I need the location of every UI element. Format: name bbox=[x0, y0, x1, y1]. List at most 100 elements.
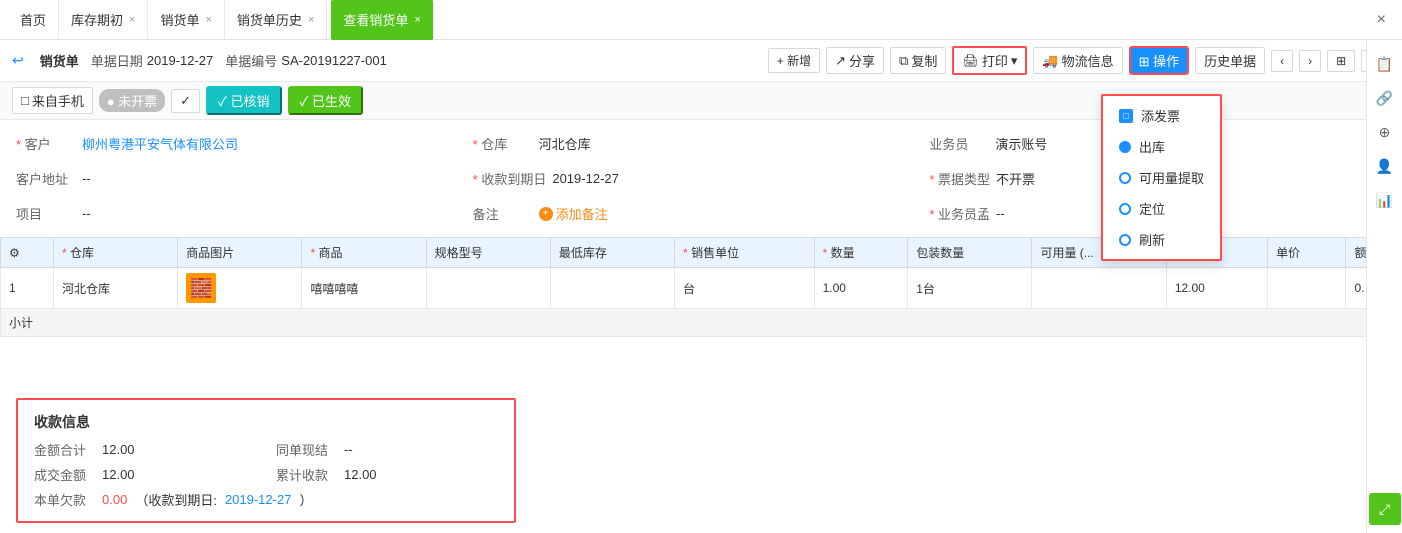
salesperson-label: 业务员 bbox=[929, 134, 989, 153]
tab-sales-label: 销货单 bbox=[160, 10, 199, 29]
already-cancelled-button[interactable]: ✓ 已核销 bbox=[206, 86, 282, 115]
project-value: -- bbox=[82, 206, 91, 221]
payment-due-value: 2019-12-27 bbox=[552, 171, 619, 186]
notes-label: 备注 bbox=[473, 204, 533, 223]
payment-due-label: 收款到期日 bbox=[473, 169, 547, 188]
dropdown-locate[interactable]: 定位 bbox=[1103, 193, 1220, 224]
cancelled-check-icon: ✓ bbox=[218, 94, 227, 109]
view-grid-button[interactable]: ⊞ bbox=[1327, 50, 1355, 72]
dropdown-outbound[interactable]: 出库 bbox=[1103, 131, 1220, 162]
subtotal-row: 小计 bbox=[1, 309, 1402, 337]
sidebar-icon-user[interactable]: 👤 bbox=[1369, 150, 1401, 182]
col-spec: 规格型号 bbox=[426, 238, 550, 268]
logistics-button[interactable]: 🚚 物流信息 bbox=[1033, 47, 1122, 74]
this-order-arrears-value: 0.00 bbox=[102, 492, 127, 507]
global-close-button[interactable]: × bbox=[1369, 11, 1394, 29]
check-icon-button[interactable]: ✓ bbox=[171, 89, 200, 113]
doc-number-value: SA-20191227-001 bbox=[281, 53, 387, 68]
cell-quantity: 1.00 bbox=[814, 268, 908, 309]
customer-address-row: 客户地址 -- bbox=[16, 165, 473, 192]
total-amount-label: 金额合计 bbox=[34, 440, 94, 459]
tab-inventory-init[interactable]: 库存期初 × bbox=[59, 0, 148, 40]
dropdown-add-invoice-label: 添发票 bbox=[1141, 106, 1180, 125]
next-button[interactable]: › bbox=[1299, 50, 1321, 72]
share-icon: ↗ bbox=[835, 53, 846, 69]
already-effective-button[interactable]: ✓ 已生效 bbox=[288, 86, 364, 115]
dropdown-refresh-label: 刷新 bbox=[1139, 230, 1165, 249]
cell-unit-price bbox=[1268, 268, 1346, 309]
share-button[interactable]: ↗ 分享 bbox=[826, 47, 884, 74]
col-product-image: 商品图片 bbox=[178, 238, 302, 268]
toolbar: ↩ 销货单 单据日期 2019-12-27 单据编号 SA-20191227-0… bbox=[0, 40, 1402, 82]
payment-grid: 金额合计 12.00 同单现结 -- 成交金额 12.00 累计收款 12.00… bbox=[34, 440, 498, 509]
add-invoice-icon: □ bbox=[1119, 109, 1133, 123]
tab-sales-history[interactable]: 销货单历史 × bbox=[225, 0, 327, 40]
operation-button[interactable]: ⊞ 操作 bbox=[1129, 46, 1190, 75]
new-button[interactable]: + 新增 bbox=[768, 48, 820, 73]
document-info: ↩ 销货单 单据日期 2019-12-27 单据编号 SA-20191227-0… bbox=[12, 51, 760, 70]
same-order-settlement-label: 同单现结 bbox=[276, 440, 336, 459]
tab-inventory-close[interactable]: × bbox=[129, 14, 135, 26]
tab-home-label: 首页 bbox=[20, 10, 46, 29]
doc-date-field: 单据日期 2019-12-27 bbox=[91, 51, 214, 70]
sidebar-icon-chart[interactable]: 📊 bbox=[1369, 184, 1401, 216]
cumulative-collection-value: 12.00 bbox=[344, 467, 377, 482]
prev-button[interactable]: ‹ bbox=[1271, 50, 1293, 72]
customer-value[interactable]: 柳州粤港平安气体有限公司 bbox=[82, 134, 238, 153]
ticket-type-label: 票据类型 bbox=[929, 169, 990, 188]
outbound-icon bbox=[1119, 141, 1131, 153]
total-amount-row: 金额合计 12.00 bbox=[34, 440, 256, 459]
cumulative-collection-label: 累计收款 bbox=[276, 465, 336, 484]
copy-button[interactable]: ⧉ 复制 bbox=[890, 47, 946, 74]
cell-row-num: 1 bbox=[1, 268, 54, 309]
print-button[interactable]: 🖨 打印 ▾ bbox=[952, 46, 1027, 75]
available-extract-icon bbox=[1119, 172, 1131, 184]
customer-address-label: 客户地址 bbox=[16, 169, 76, 188]
not-opened-button[interactable]: ● 未开票 bbox=[99, 89, 165, 112]
salesperson-value: 演示账号 bbox=[995, 134, 1047, 153]
doc-type-label: 销货单 bbox=[40, 51, 79, 70]
cell-sales-unit: 台 bbox=[675, 268, 815, 309]
refresh-icon bbox=[1119, 234, 1131, 246]
dropdown-refresh[interactable]: 刷新 bbox=[1103, 224, 1220, 255]
tab-check-sales-close[interactable]: × bbox=[414, 14, 420, 26]
doc-date-value: 2019-12-27 bbox=[147, 53, 214, 68]
dropdown-available-extract[interactable]: 可用量提取 bbox=[1103, 162, 1220, 193]
col-warehouse: 仓库 bbox=[54, 238, 178, 268]
from-mobile-button[interactable]: □ 来自手机 bbox=[12, 87, 93, 114]
table-row: 1 河北仓库 🧱 嘻嘻嘻嘻 台 1.00 1台 12.00 0. bbox=[1, 268, 1402, 309]
dropdown-add-invoice[interactable]: □ 添发票 bbox=[1103, 100, 1220, 131]
total-amount-value: 12.00 bbox=[102, 442, 135, 457]
print-icon: 🖨 bbox=[962, 53, 979, 69]
salesperson2-label: 业务员孟 bbox=[929, 204, 990, 223]
not-opened-icon: ● bbox=[107, 94, 115, 109]
tab-bar: 首页 库存期初 × 销货单 × 销货单历史 × 查看销货单 × × bbox=[0, 0, 1402, 40]
sidebar-icon-doc[interactable]: 📋 bbox=[1369, 48, 1401, 80]
dropdown-outbound-label: 出库 bbox=[1139, 137, 1165, 156]
customer-label: 客户 bbox=[16, 134, 76, 153]
transaction-amount-label: 成交金额 bbox=[34, 465, 94, 484]
dropdown-available-extract-label: 可用量提取 bbox=[1139, 168, 1204, 187]
sidebar-icon-add[interactable]: ⊕ bbox=[1369, 116, 1401, 148]
col-sales-unit: 销售单位 bbox=[675, 238, 815, 268]
cumulative-collection-row: 累计收款 12.00 bbox=[276, 465, 498, 484]
add-notes-button[interactable]: + 添加备注 bbox=[539, 204, 608, 223]
sidebar-icon-link[interactable]: 🔗 bbox=[1369, 82, 1401, 114]
tab-check-sales[interactable]: 查看销货单 × bbox=[331, 0, 433, 40]
tab-history-close[interactable]: × bbox=[308, 14, 314, 26]
col-unit-price: 单价 bbox=[1268, 238, 1346, 268]
project-label: 项目 bbox=[16, 204, 76, 223]
tab-home[interactable]: 首页 bbox=[8, 0, 59, 40]
history-button[interactable]: 历史单据 bbox=[1195, 47, 1265, 74]
tab-history-label: 销货单历史 bbox=[237, 10, 302, 29]
product-image-thumbnail: 🧱 bbox=[186, 273, 216, 303]
operation-icon: ⊞ bbox=[1139, 54, 1150, 69]
cell-package-qty: 1台 bbox=[908, 268, 1032, 309]
tab-sales-close[interactable]: × bbox=[205, 14, 211, 26]
tab-sales-order[interactable]: 销货单 × bbox=[148, 0, 224, 40]
col-settings[interactable]: ⚙ bbox=[1, 238, 54, 268]
customer-address-value: -- bbox=[82, 171, 91, 186]
transaction-amount-value: 12.00 bbox=[102, 467, 135, 482]
col-quantity: 数量 bbox=[814, 238, 908, 268]
sidebar-icon-expand[interactable]: ⤢ bbox=[1369, 493, 1401, 525]
